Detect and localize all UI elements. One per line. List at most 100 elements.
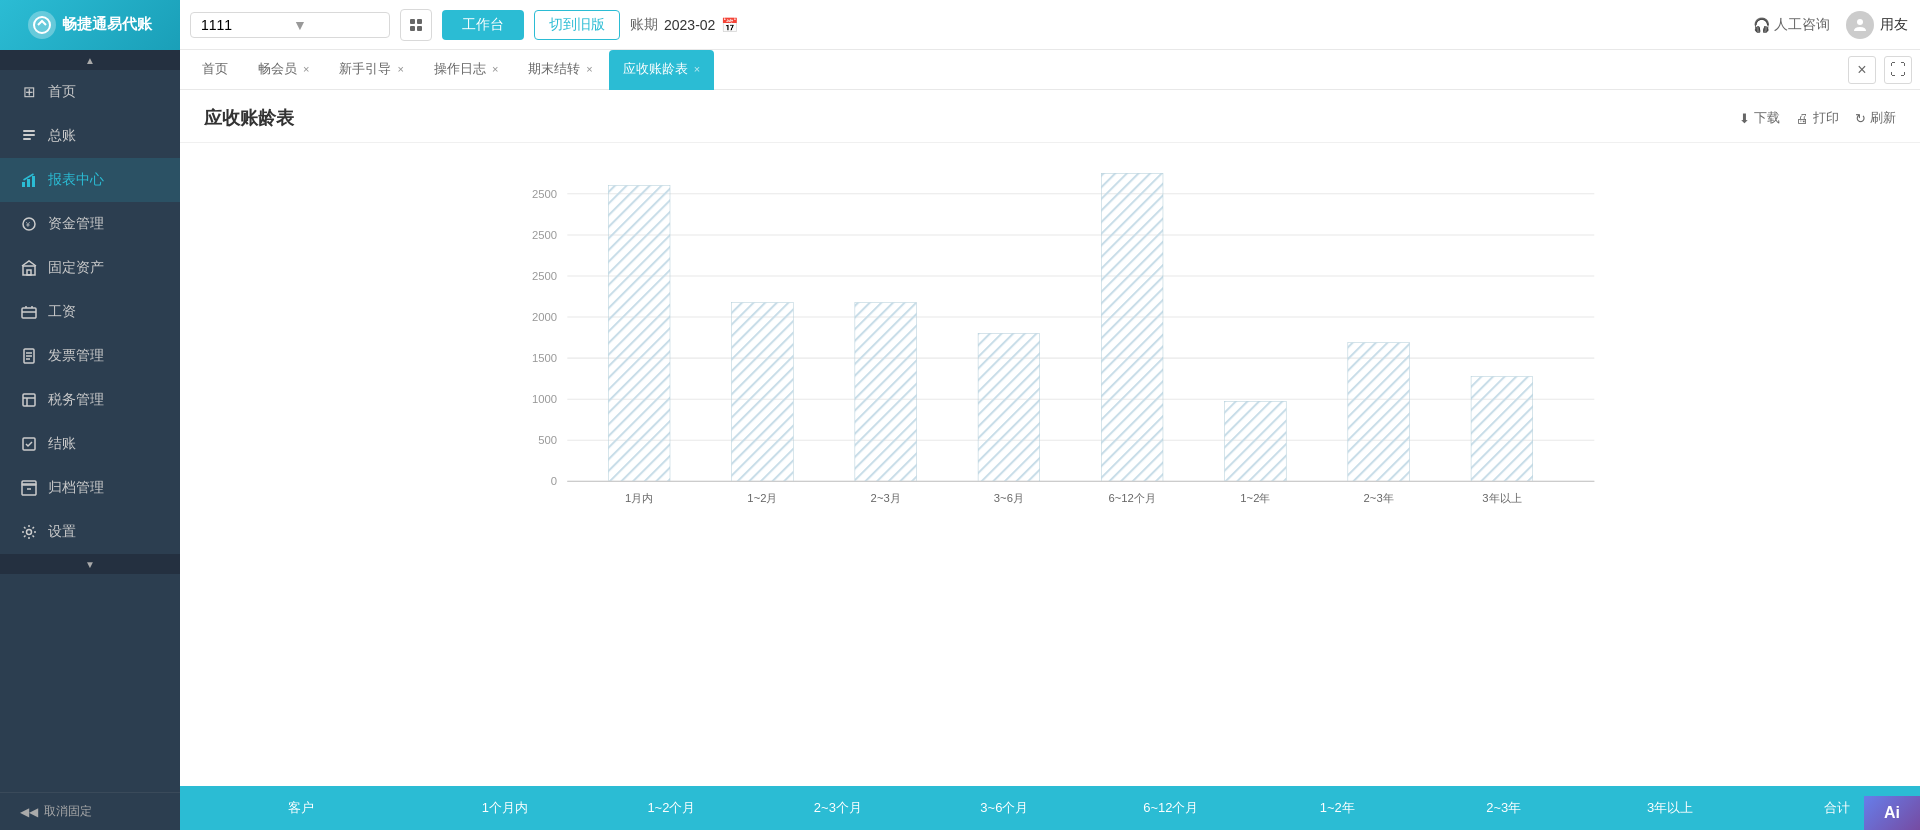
close-all-tabs-btn[interactable]: ×	[1848, 56, 1876, 84]
content-area: 首页 畅会员 × 新手引导 × 操作日志 × 期末结转 × 应收账龄表 ×	[180, 50, 1920, 830]
print-button[interactable]: 🖨 打印	[1796, 109, 1839, 127]
tab-guide-close[interactable]: ×	[397, 63, 403, 75]
sidebar-item-reports[interactable]: 报表中心	[0, 158, 180, 202]
page-title: 应收账龄表	[204, 106, 294, 130]
sidebar-item-salary[interactable]: 工资	[0, 290, 180, 334]
download-label: 下载	[1754, 109, 1780, 127]
company-icon-btn[interactable]	[400, 9, 432, 41]
svg-text:1000: 1000	[532, 393, 557, 405]
svg-rect-3	[410, 26, 415, 31]
sidebar-label-settings: 设置	[48, 523, 76, 541]
tab-period-end-close[interactable]: ×	[586, 63, 592, 75]
svg-rect-59	[1225, 401, 1287, 481]
sidebar-item-archive[interactable]: 归档管理	[0, 466, 180, 510]
svg-rect-8	[23, 138, 31, 140]
tab-period-end[interactable]: 期末结转 ×	[514, 50, 606, 90]
sidebar-item-home[interactable]: ⊞ 首页	[0, 70, 180, 114]
sidebar-scroll-up[interactable]: ▲	[0, 50, 180, 70]
logo-area: 畅捷通易代账	[0, 0, 180, 50]
svg-text:2500: 2500	[532, 229, 557, 241]
pin-icon: ◀◀	[20, 805, 38, 819]
sidebar-item-ledger[interactable]: 总账	[0, 114, 180, 158]
svg-text:2~3月: 2~3月	[871, 492, 901, 504]
svg-text:2500: 2500	[532, 270, 557, 282]
tab-home[interactable]: 首页	[188, 50, 242, 90]
refresh-button[interactable]: ↻ 刷新	[1855, 109, 1896, 127]
tab-oplog-close[interactable]: ×	[492, 63, 498, 75]
refresh-icon: ↻	[1855, 111, 1866, 126]
print-label: 打印	[1813, 109, 1839, 127]
svg-rect-49	[608, 186, 670, 482]
svg-point-0	[34, 17, 50, 33]
svg-text:2000: 2000	[532, 311, 557, 323]
tab-oplog[interactable]: 操作日志 ×	[420, 50, 512, 90]
main-layout: ▲ ⊞ 首页 总账	[0, 50, 1920, 830]
cancel-pin-label: 取消固定	[44, 803, 92, 820]
workbench-button[interactable]: 工作台	[442, 10, 524, 40]
calendar-icon[interactable]: 📅	[721, 17, 738, 33]
tab-ar-aging[interactable]: 应收账龄表 ×	[609, 50, 714, 90]
expand-tabs-btn[interactable]: ⛶	[1884, 56, 1912, 84]
bar-chart: 2500 2500 2500 2000 1500 1000 500	[210, 163, 1890, 543]
col-1-2m: 1~2个月	[588, 799, 754, 817]
svg-rect-9	[22, 182, 25, 187]
logo-text: 畅捷通易代账	[62, 15, 152, 34]
ai-label: Ai	[1884, 804, 1900, 822]
sidebar-cancel-pin[interactable]: ◀◀ 取消固定	[0, 792, 180, 830]
checkout-icon	[20, 435, 38, 453]
sidebar-item-checkout[interactable]: 结账	[0, 422, 180, 466]
svg-text:0: 0	[551, 475, 557, 487]
tab-ar-aging-label: 应收账龄表	[623, 60, 688, 78]
ai-badge[interactable]: Ai	[1864, 796, 1920, 830]
page-actions: ⬇ 下载 🖨 打印 ↻ 刷新	[1739, 109, 1896, 127]
sidebar-label-tax: 税务管理	[48, 391, 104, 409]
tab-guide[interactable]: 新手引导 ×	[325, 50, 417, 90]
tabs-bar: 首页 畅会员 × 新手引导 × 操作日志 × 期末结转 × 应收账龄表 ×	[180, 50, 1920, 90]
assets-icon	[20, 259, 38, 277]
sidebar-item-funds[interactable]: ¥ 资金管理	[0, 202, 180, 246]
tab-ar-aging-close[interactable]: ×	[694, 63, 700, 75]
tab-member-label: 畅会员	[258, 60, 297, 78]
sidebar-item-tax[interactable]: 税务管理	[0, 378, 180, 422]
tab-member-close[interactable]: ×	[303, 63, 309, 75]
sidebar-scroll-down[interactable]: ▼	[0, 554, 180, 574]
svg-text:3~6月: 3~6月	[994, 492, 1024, 504]
svg-rect-24	[23, 394, 35, 406]
sidebar-item-assets[interactable]: 固定资产	[0, 246, 180, 290]
chart-container: 2500 2500 2500 2000 1500 1000 500	[180, 143, 1920, 786]
sidebar-label-archive: 归档管理	[48, 479, 104, 497]
funds-icon: ¥	[20, 215, 38, 233]
download-button[interactable]: ⬇ 下载	[1739, 109, 1780, 127]
consult-area[interactable]: 🎧 人工咨询	[1753, 16, 1830, 34]
tab-oplog-label: 操作日志	[434, 60, 486, 78]
page-header: 应收账龄表 ⬇ 下载 🖨 打印 ↻ 刷新	[180, 90, 1920, 143]
table-header: 客户 1个月内 1~2个月 2~3个月 3~6个月 6~12个月 1~2年 2~…	[180, 786, 1920, 830]
svg-text:¥: ¥	[26, 221, 30, 228]
header-right: 🎧 人工咨询 用友	[1753, 11, 1908, 39]
col-1m: 1个月内	[422, 799, 588, 817]
company-selector[interactable]: 1111 ▼	[190, 12, 390, 38]
tab-home-label: 首页	[202, 60, 228, 78]
user-name: 用友	[1880, 16, 1908, 34]
user-area[interactable]: 用友	[1846, 11, 1908, 39]
invoice-icon	[20, 347, 38, 365]
col-customer: 客户	[180, 799, 422, 817]
sidebar-label-reports: 报表中心	[48, 171, 104, 189]
svg-rect-11	[32, 176, 35, 187]
col-1-2y: 1~2年	[1254, 799, 1420, 817]
svg-text:2500: 2500	[532, 188, 557, 200]
col-6-12m: 6~12个月	[1088, 799, 1254, 817]
tab-member[interactable]: 畅会员 ×	[244, 50, 323, 90]
col-2-3y: 2~3年	[1421, 799, 1587, 817]
company-dropdown-arrow: ▼	[293, 17, 379, 33]
col-2-3m: 2~3个月	[755, 799, 921, 817]
archive-icon	[20, 479, 38, 497]
sidebar-label-assets: 固定资产	[48, 259, 104, 277]
switch-version-button[interactable]: 切到旧版	[534, 10, 620, 40]
svg-rect-6	[23, 130, 35, 132]
sidebar-item-settings[interactable]: 设置	[0, 510, 180, 554]
reports-icon	[20, 171, 38, 189]
top-header: 畅捷通易代账 1111 ▼ 工作台 切到旧版 账期 2023-02 📅 🎧 人工…	[0, 0, 1920, 50]
svg-text:1500: 1500	[532, 352, 557, 364]
sidebar-item-invoice[interactable]: 发票管理	[0, 334, 180, 378]
